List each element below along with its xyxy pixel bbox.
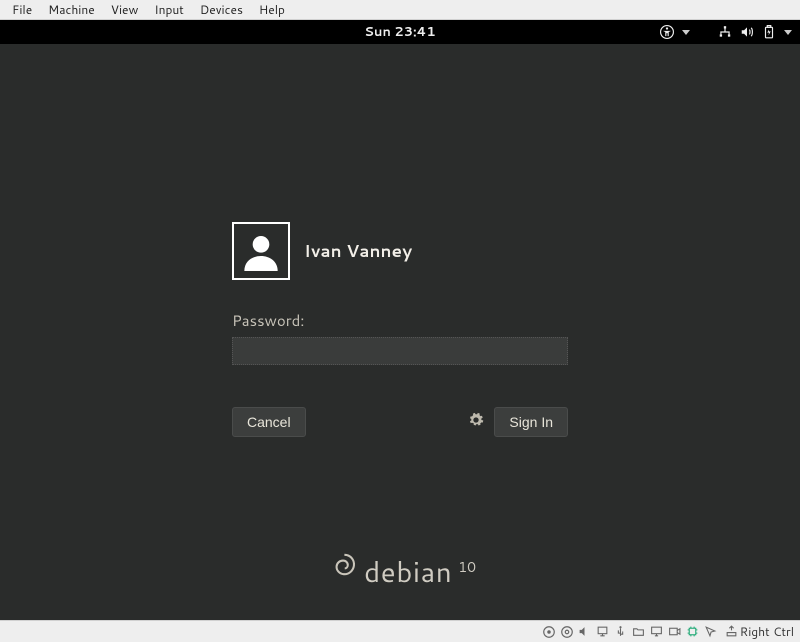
login-panel: Ivan Vanney Password: Cancel Sign In	[232, 222, 572, 437]
avatar	[232, 222, 290, 280]
menu-input[interactable]: Input	[146, 0, 192, 20]
chevron-down-icon	[682, 30, 690, 35]
recording-icon[interactable]	[667, 624, 683, 640]
menu-file[interactable]: File	[4, 0, 40, 20]
button-row: Cancel Sign In	[232, 407, 568, 437]
hard-disk-icon[interactable]	[541, 624, 557, 640]
clock[interactable]: Sun 23:41	[364, 23, 435, 41]
gnome-topbar: Sun 23:41	[0, 20, 800, 44]
gear-icon[interactable]	[468, 411, 484, 434]
menu-view[interactable]: View	[103, 0, 147, 20]
display-icon[interactable]	[649, 624, 665, 640]
topbar-status-area[interactable]	[660, 20, 792, 44]
host-key-label: Right Ctrl	[740, 623, 794, 640]
usb-icon[interactable]	[613, 624, 629, 640]
username-label: Ivan Vanney	[304, 239, 412, 263]
battery-icon[interactable]	[762, 25, 776, 39]
optical-disk-icon[interactable]	[559, 624, 575, 640]
keyboard-icon	[725, 625, 738, 638]
branding-version: 10	[458, 557, 476, 577]
chevron-down-icon	[784, 30, 792, 35]
branding-name: debian	[364, 552, 452, 592]
debian-swirl-icon	[324, 548, 358, 582]
cpu-icon[interactable]	[685, 624, 701, 640]
audio-icon[interactable]	[577, 624, 593, 640]
network-indicator-icon[interactable]	[595, 624, 611, 640]
volume-icon[interactable]	[740, 25, 754, 39]
user-row: Ivan Vanney	[232, 222, 572, 280]
host-key-indicator[interactable]: Right Ctrl	[725, 623, 794, 640]
sign-in-button[interactable]: Sign In	[494, 407, 568, 437]
menu-devices[interactable]: Devices	[192, 0, 251, 20]
menu-machine[interactable]: Machine	[40, 0, 103, 20]
vm-host-statusbar: Right Ctrl	[0, 620, 800, 642]
cancel-button[interactable]: Cancel	[232, 407, 306, 437]
debian-branding: debian 10	[0, 548, 800, 592]
accessibility-icon[interactable]	[660, 25, 674, 39]
mouse-capture-icon[interactable]	[703, 624, 719, 640]
guest-desktop: Sun 23:41 Ivan Vanney P	[0, 20, 800, 620]
menu-help[interactable]: Help	[251, 0, 293, 20]
vm-host-menubar: File Machine View Input Devices Help	[0, 0, 800, 20]
password-input[interactable]	[232, 337, 568, 365]
network-icon[interactable]	[718, 25, 732, 39]
shared-folder-icon[interactable]	[631, 624, 647, 640]
password-label: Password:	[232, 310, 572, 331]
